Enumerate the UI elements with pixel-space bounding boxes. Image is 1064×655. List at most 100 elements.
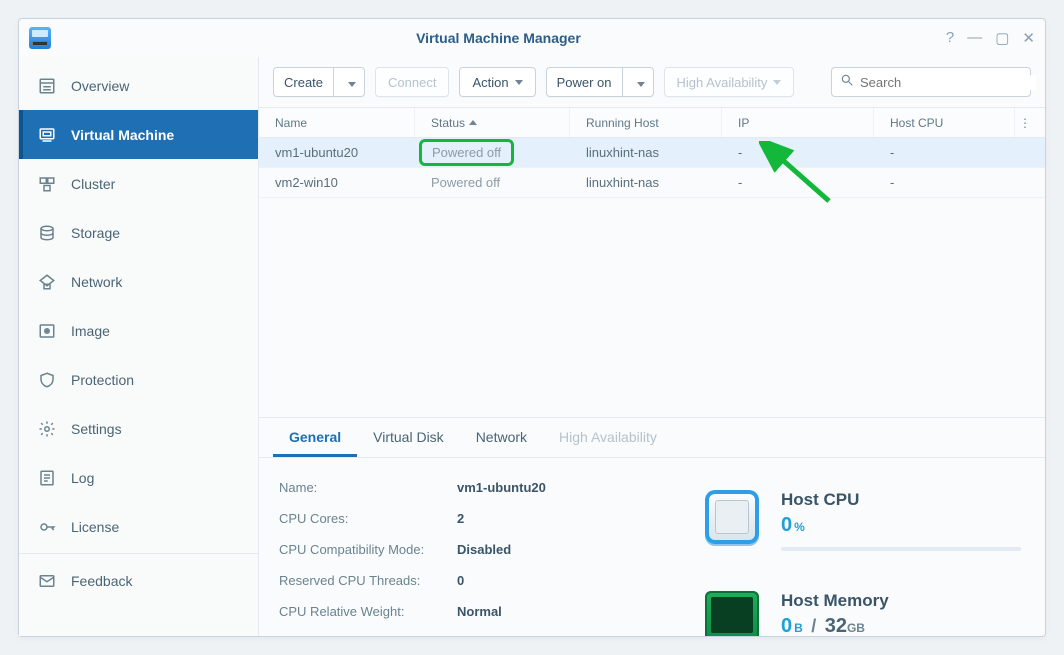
overview-icon bbox=[37, 77, 57, 95]
info-row: CPU Relative Weight:Normal bbox=[279, 596, 669, 627]
cell-status: Powered off bbox=[415, 175, 570, 190]
power-button[interactable]: Power on bbox=[546, 67, 654, 97]
stat-host-memory: Host Memory 0B / 32GB bbox=[705, 591, 1031, 637]
maximize-button[interactable]: ▢ bbox=[995, 29, 1009, 47]
cell-name: vm2-win10 bbox=[259, 175, 415, 190]
mem-total: 32 bbox=[825, 615, 847, 637]
create-dropdown-caret[interactable] bbox=[334, 75, 364, 90]
vm-icon bbox=[37, 126, 57, 144]
window-title: Virtual Machine Manager bbox=[51, 30, 946, 46]
sidebar-label: Settings bbox=[71, 421, 122, 437]
search-input[interactable] bbox=[860, 75, 1036, 90]
create-button[interactable]: Create bbox=[273, 67, 365, 97]
separator: / bbox=[811, 616, 816, 636]
info-row: Reserved CPU Threads:0 bbox=[279, 565, 669, 596]
cell-name: vm1-ubuntu20 bbox=[259, 145, 415, 160]
sidebar-separator bbox=[19, 553, 258, 554]
table-row[interactable]: vm1-ubuntu20 Powered off linuxhint-nas -… bbox=[259, 138, 1045, 168]
sidebar-label: Virtual Machine bbox=[71, 127, 174, 143]
sidebar: Overview Virtual Machine Cluster Storage… bbox=[19, 57, 259, 636]
storage-icon bbox=[37, 224, 57, 242]
sidebar-label: Protection bbox=[71, 372, 134, 388]
search-icon bbox=[840, 73, 854, 92]
close-button[interactable]: ✕ bbox=[1022, 29, 1035, 47]
info-pane[interactable]: Name:vm1-ubuntu20 CPU Cores:2 CPU Compat… bbox=[273, 472, 675, 637]
connect-button[interactable]: Connect bbox=[375, 67, 449, 97]
column-header-ip[interactable]: IP bbox=[722, 108, 874, 137]
high-availability-button[interactable]: High Availability bbox=[664, 67, 795, 97]
info-row: Memory:4 GB bbox=[279, 627, 669, 637]
stat-host-cpu: Host CPU 0% bbox=[705, 490, 1031, 551]
sidebar-label: License bbox=[71, 519, 119, 535]
info-row: CPU Cores:2 bbox=[279, 503, 669, 534]
stat-title: Host CPU bbox=[781, 490, 1021, 510]
settings-icon bbox=[37, 420, 57, 438]
tab-general[interactable]: General bbox=[273, 419, 357, 457]
status-highlight: Powered off bbox=[419, 139, 514, 166]
cell-status: Powered off bbox=[415, 139, 570, 166]
cell-host: linuxhint-nas bbox=[570, 145, 722, 160]
sidebar-item-network[interactable]: Network bbox=[19, 257, 258, 306]
log-icon bbox=[37, 469, 57, 487]
chevron-down-icon bbox=[515, 80, 523, 85]
feedback-icon bbox=[37, 572, 57, 590]
column-options-button[interactable]: ⋮ bbox=[1015, 116, 1035, 130]
app-window: Virtual Machine Manager ? — ▢ ✕ Overview… bbox=[18, 18, 1046, 637]
titlebar: Virtual Machine Manager ? — ▢ ✕ bbox=[19, 19, 1045, 57]
cell-cpu: - bbox=[874, 145, 1045, 160]
detail-tabs: General Virtual Disk Network High Availa… bbox=[259, 418, 1045, 458]
chevron-down-icon bbox=[773, 80, 781, 85]
tab-virtual-disk[interactable]: Virtual Disk bbox=[357, 419, 460, 457]
tab-network[interactable]: Network bbox=[460, 419, 543, 457]
info-row: CPU Compatibility Mode:Disabled bbox=[279, 534, 669, 565]
sidebar-item-overview[interactable]: Overview bbox=[19, 61, 258, 110]
column-header-host-cpu[interactable]: Host CPU bbox=[874, 108, 1015, 137]
table-empty-area bbox=[259, 198, 1045, 417]
cpu-bar bbox=[781, 547, 1021, 551]
power-dropdown-caret[interactable] bbox=[623, 75, 653, 90]
toolbar: Create Connect Action Power on High Avai… bbox=[259, 57, 1045, 108]
column-header-status[interactable]: Status bbox=[415, 108, 570, 137]
cell-host: linuxhint-nas bbox=[570, 175, 722, 190]
sidebar-label: Storage bbox=[71, 225, 120, 241]
minimize-button[interactable]: — bbox=[967, 29, 982, 47]
cluster-icon bbox=[37, 175, 57, 193]
sidebar-item-protection[interactable]: Protection bbox=[19, 355, 258, 404]
memory-icon bbox=[705, 591, 759, 637]
search-box[interactable] bbox=[831, 67, 1031, 97]
mem-total-unit: GB bbox=[847, 621, 865, 635]
sidebar-item-settings[interactable]: Settings bbox=[19, 404, 258, 453]
cpu-icon bbox=[705, 490, 759, 544]
protection-icon bbox=[37, 371, 57, 389]
table-header: Name Status Running Host IP Host CPU ⋮ bbox=[259, 108, 1045, 138]
sidebar-item-cluster[interactable]: Cluster bbox=[19, 159, 258, 208]
table-row[interactable]: vm2-win10 Powered off linuxhint-nas - - bbox=[259, 168, 1045, 198]
sidebar-item-image[interactable]: Image bbox=[19, 306, 258, 355]
stats-pane: Host CPU 0% Host Memory 0B bbox=[689, 472, 1031, 637]
network-icon bbox=[37, 273, 57, 291]
cpu-unit: % bbox=[794, 520, 805, 534]
sidebar-item-storage[interactable]: Storage bbox=[19, 208, 258, 257]
sidebar-item-license[interactable]: License bbox=[19, 502, 258, 551]
details-panel: General Virtual Disk Network High Availa… bbox=[259, 417, 1045, 637]
sidebar-label: Overview bbox=[71, 78, 129, 94]
image-icon bbox=[37, 322, 57, 340]
sidebar-label: Feedback bbox=[71, 573, 132, 589]
info-row: Name:vm1-ubuntu20 bbox=[279, 472, 669, 503]
sidebar-label: Log bbox=[71, 470, 94, 486]
action-button[interactable]: Action bbox=[459, 67, 535, 97]
main-pane: Create Connect Action Power on High Avai… bbox=[259, 57, 1045, 636]
annotation-arrow bbox=[759, 141, 839, 211]
cpu-value: 0 bbox=[781, 514, 792, 536]
column-header-running-host[interactable]: Running Host bbox=[570, 108, 722, 137]
sidebar-label: Cluster bbox=[71, 176, 115, 192]
sidebar-item-log[interactable]: Log bbox=[19, 453, 258, 502]
sidebar-label: Network bbox=[71, 274, 122, 290]
tab-high-availability: High Availability bbox=[543, 419, 673, 457]
sidebar-item-feedback[interactable]: Feedback bbox=[19, 556, 258, 605]
sidebar-item-virtual-machine[interactable]: Virtual Machine bbox=[19, 110, 258, 159]
column-header-name[interactable]: Name bbox=[259, 108, 415, 137]
help-button[interactable]: ? bbox=[946, 29, 954, 47]
sidebar-label: Image bbox=[71, 323, 110, 339]
app-icon bbox=[29, 27, 51, 49]
